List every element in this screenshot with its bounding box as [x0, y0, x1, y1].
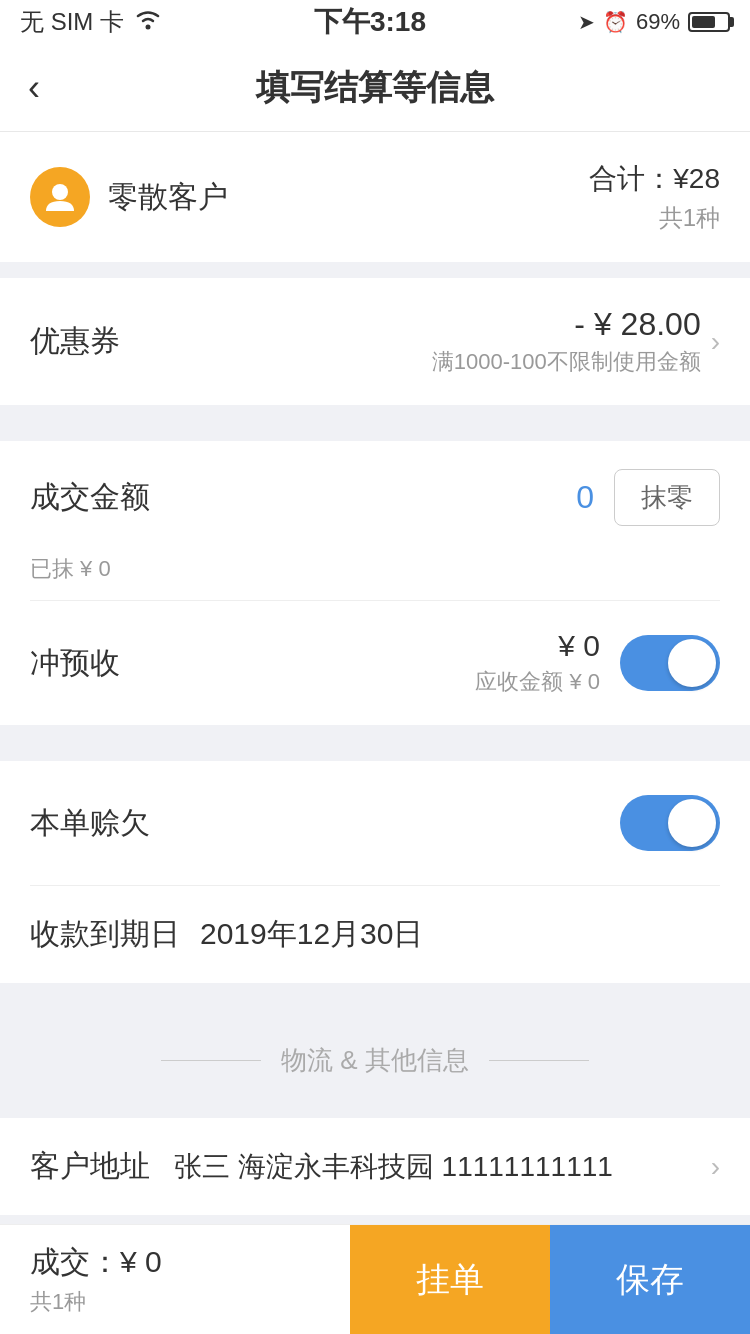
alarm-icon: ⏰ — [603, 10, 628, 34]
page-title: 填写结算等信息 — [256, 65, 494, 111]
logistics-section: 物流 & 其他信息 — [0, 1019, 750, 1102]
address-row[interactable]: 客户地址 张三 海淀永丰科技园 11111111111 › — [0, 1118, 750, 1215]
charge-label: 冲预收 — [30, 643, 120, 684]
customer-row: 零散客户 合计：¥28 共1种 — [0, 132, 750, 262]
status-right: ➤ ⏰ 69% — [578, 9, 730, 35]
bottom-deal: 成交：¥ 0 — [30, 1242, 320, 1283]
wifi-icon — [134, 8, 162, 36]
coupon-value-block: - ¥ 28.00 满1000-100不限制使用金额 — [432, 306, 701, 377]
debt-section: 本单赊欠 收款到期日 2019年12月30日 — [0, 761, 750, 983]
address-label: 客户地址 — [30, 1146, 150, 1187]
transaction-row: 成交金额 0 抹零 — [0, 441, 750, 554]
transaction-sub: 已抹 ¥ 0 — [0, 554, 750, 600]
round-button[interactable]: 抹零 — [614, 469, 720, 526]
logistics-line-right — [489, 1060, 589, 1061]
deal-amount: ¥ 0 — [120, 1245, 162, 1278]
save-button[interactable]: 保存 — [550, 1225, 750, 1335]
due-date-value: 2019年12月30日 — [200, 914, 423, 955]
back-button[interactable]: ‹ — [28, 67, 40, 109]
carrier-text: 无 SIM 卡 — [20, 6, 124, 38]
hang-button[interactable]: 挂单 — [350, 1225, 550, 1335]
deal-label: 成交： — [30, 1245, 120, 1278]
transaction-label: 成交金额 — [30, 477, 150, 518]
battery-percent: 69% — [636, 9, 680, 35]
coupon-desc: 满1000-100不限制使用金额 — [432, 347, 701, 377]
coupon-amount: - ¥ 28.00 — [432, 306, 701, 343]
coupon-row[interactable]: 优惠券 - ¥ 28.00 满1000-100不限制使用金额 › — [0, 278, 750, 405]
transaction-section: 成交金额 0 抹零 已抹 ¥ 0 冲预收 ¥ 0 应收金额 ¥ 0 — [0, 441, 750, 725]
content: 零散客户 合计：¥28 共1种 优惠券 - ¥ 28.00 满1000-100不… — [0, 132, 750, 1334]
charge-right: ¥ 0 应收金额 ¥ 0 — [475, 629, 720, 697]
section-separator-3 — [0, 999, 750, 1019]
charge-amount: ¥ 0 — [475, 629, 600, 663]
svg-point-0 — [146, 25, 151, 30]
battery-icon — [688, 12, 730, 32]
charge-row: 冲预收 ¥ 0 应收金额 ¥ 0 — [0, 601, 750, 725]
logistics-title: 物流 & 其他信息 — [281, 1043, 469, 1078]
toggle-knob — [668, 639, 716, 687]
debt-label: 本单赊欠 — [30, 803, 150, 844]
status-left: 无 SIM 卡 — [20, 6, 162, 38]
debt-row: 本单赊欠 — [0, 761, 750, 885]
bottom-bar: 成交：¥ 0 共1种 挂单 保存 — [0, 1224, 750, 1334]
due-date-row[interactable]: 收款到期日 2019年12月30日 — [0, 886, 750, 983]
customer-section: 零散客户 合计：¥28 共1种 — [0, 132, 750, 262]
section-separator-2 — [0, 741, 750, 761]
customer-total: 合计：¥28 — [589, 160, 720, 198]
logistics-line-left — [161, 1060, 261, 1061]
location-icon: ➤ — [578, 10, 595, 34]
address-section: 客户地址 张三 海淀永丰科技园 11111111111 › — [0, 1118, 750, 1215]
debt-toggle[interactable] — [620, 795, 720, 851]
transaction-right: 0 抹零 — [576, 469, 720, 526]
bottom-count: 共1种 — [30, 1287, 320, 1317]
due-date-label: 收款到期日 — [30, 914, 180, 955]
charge-values: ¥ 0 应收金额 ¥ 0 — [475, 629, 600, 697]
status-time: 下午3:18 — [314, 3, 426, 41]
avatar — [30, 167, 90, 227]
transaction-value: 0 — [576, 479, 594, 516]
nav-bar: ‹ 填写结算等信息 — [0, 44, 750, 132]
bottom-summary: 成交：¥ 0 共1种 — [0, 1242, 350, 1317]
chevron-right-icon: › — [711, 326, 720, 358]
charge-sub: 应收金额 ¥ 0 — [475, 667, 600, 697]
chevron-right-address-icon: › — [711, 1151, 720, 1183]
coupon-label: 优惠券 — [30, 321, 120, 362]
charge-toggle[interactable] — [620, 635, 720, 691]
section-separator-1 — [0, 421, 750, 441]
address-value: 张三 海淀永丰科技园 11111111111 — [174, 1148, 711, 1186]
customer-name: 零散客户 — [108, 177, 228, 218]
logistics-title-row: 物流 & 其他信息 — [161, 1043, 589, 1078]
svg-point-1 — [52, 184, 68, 200]
coupon-right: - ¥ 28.00 满1000-100不限制使用金额 › — [432, 306, 720, 377]
customer-left: 零散客户 — [30, 167, 228, 227]
coupon-section: 优惠券 - ¥ 28.00 满1000-100不限制使用金额 › — [0, 278, 750, 405]
status-bar: 无 SIM 卡 下午3:18 ➤ ⏰ 69% — [0, 0, 750, 44]
customer-count: 共1种 — [589, 202, 720, 234]
customer-summary: 合计：¥28 共1种 — [589, 160, 720, 234]
toggle-knob-2 — [668, 799, 716, 847]
